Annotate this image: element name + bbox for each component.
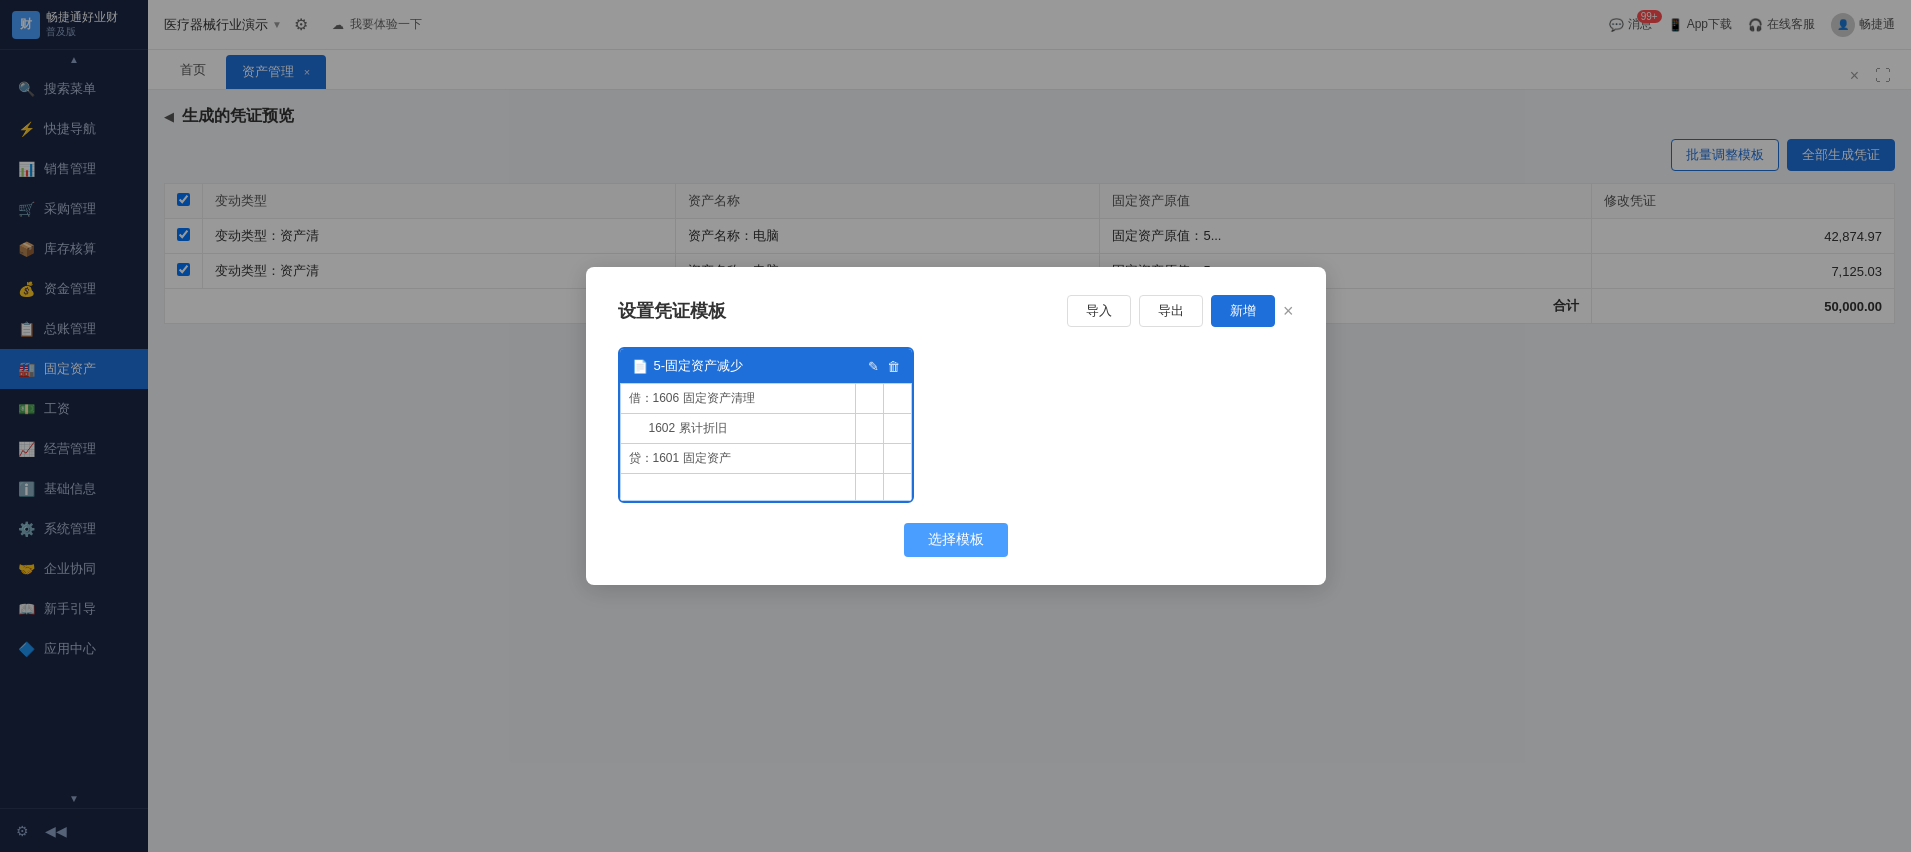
template-id-name: 5-固定资产减少 [654,357,744,375]
credit-label: 贷：1601 固定资产 [620,444,855,474]
template-credit-row: 贷：1601 固定资产 [620,444,911,474]
import-btn[interactable]: 导入 [1067,295,1131,327]
select-template-btn[interactable]: 选择模板 [904,523,1008,557]
debit-label: 借：1606 固定资产清理 [620,384,855,414]
debit-col2 [855,384,883,414]
template-empty-row [620,474,911,501]
template-entries-table: 借：1606 固定资产清理 1602 累计折旧 贷：1601 固定资产 [620,383,912,501]
empty-col3 [883,474,911,501]
debit-col2 [855,414,883,444]
empty-cell [620,474,855,501]
modal-title: 设置凭证模板 [618,299,726,323]
template-card-header: 📄 5-固定资产减少 ✎ 🗑 [620,349,912,383]
voucher-template-modal: 设置凭证模板 导入 导出 新增 × 📄 5-固定资产减少 [586,267,1326,585]
export-btn[interactable]: 导出 [1139,295,1203,327]
modal-actions: 导入 导出 新增 [1067,295,1275,327]
template-debit-row-1: 借：1606 固定资产清理 [620,384,911,414]
template-doc-icon: 📄 [632,359,648,374]
template-debit-row-2: 1602 累计折旧 [620,414,911,444]
new-template-btn[interactable]: 新增 [1211,295,1275,327]
empty-col2 [855,474,883,501]
credit-col3 [883,444,911,474]
credit-col2 [855,444,883,474]
template-card-title-area: 📄 5-固定资产减少 [632,357,744,375]
debit-col3 [883,414,911,444]
modal-header: 设置凭证模板 导入 导出 新增 × [618,295,1294,327]
template-delete-btn[interactable]: 🗑 [887,359,900,374]
template-card: 📄 5-固定资产减少 ✎ 🗑 借：1606 固定资产清理 [618,347,914,503]
modal-close-btn[interactable]: × [1283,302,1294,320]
debit-account-2: 1602 累计折旧 [620,414,855,444]
debit-col3 [883,384,911,414]
template-card-actions: ✎ 🗑 [868,359,900,374]
template-edit-btn[interactable]: ✎ [868,359,879,374]
modal-overlay[interactable]: 设置凭证模板 导入 导出 新增 × 📄 5-固定资产减少 [0,0,1911,852]
